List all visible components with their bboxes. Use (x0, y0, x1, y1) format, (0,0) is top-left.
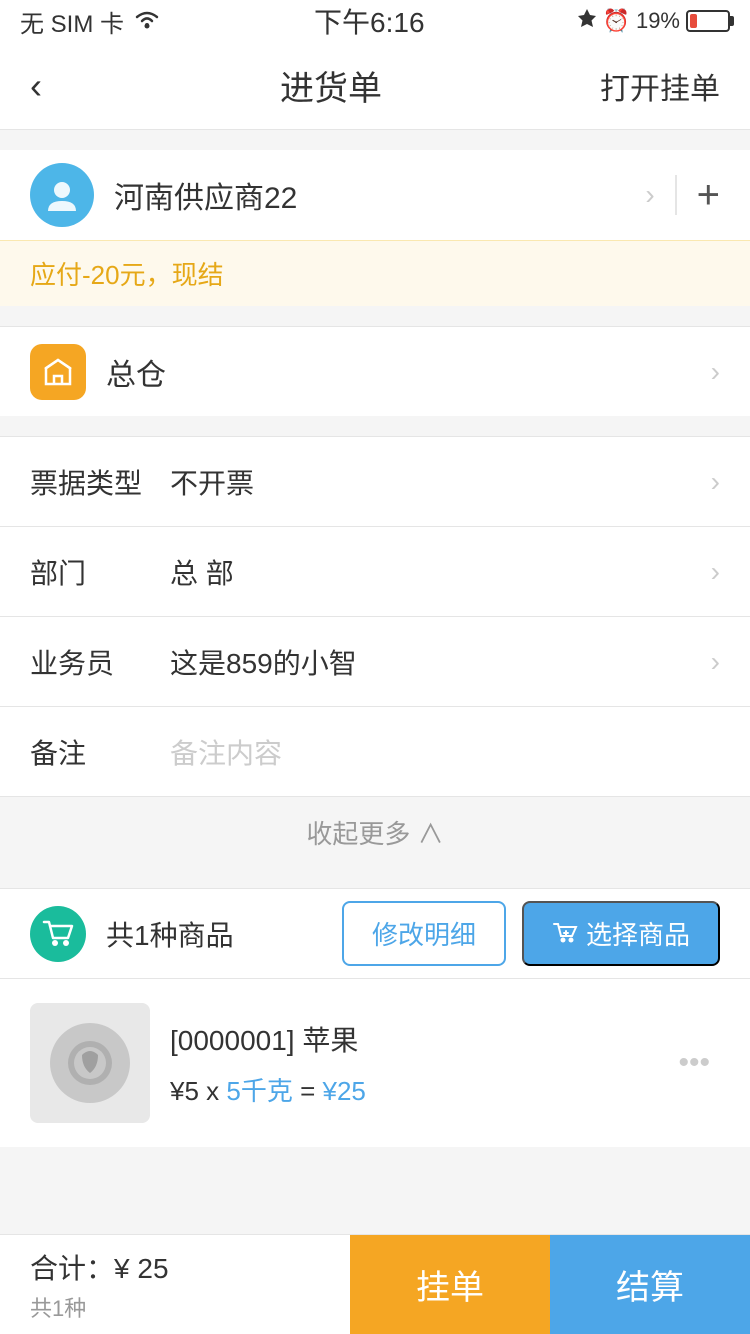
product-unit-price: ¥5 x (170, 1076, 226, 1106)
product-thumb-inner (50, 1023, 130, 1103)
supplier-avatar (30, 163, 94, 227)
product-info: [0000001] 苹果 ¥5 x 5千克 = ¥25 (170, 1019, 648, 1108)
product-section: 共1种商品 修改明细 选择商品 (0, 888, 750, 1147)
page-title: 进货单 (62, 61, 600, 110)
staff-arrow-icon: › (711, 646, 720, 678)
product-qty: 5千克 (226, 1076, 292, 1106)
form-section: 票据类型 不开票 › 部门 总 部 › 业务员 这是859的小智 › 备注 备注… (0, 436, 750, 796)
staff-row[interactable]: 业务员 这是859的小智 › (0, 616, 750, 706)
modify-detail-button[interactable]: 修改明细 (342, 901, 506, 966)
warehouse-icon (30, 344, 86, 400)
product-thumbnail (30, 1003, 150, 1123)
total-amount: 合计：¥ 25 (30, 1247, 320, 1287)
product-item: [0000001] 苹果 ¥5 x 5千克 = ¥25 ••• (0, 978, 750, 1147)
collapse-row[interactable]: 收起更多 ∧ (0, 796, 750, 868)
product-total: ¥25 (322, 1076, 365, 1106)
product-eq: = (293, 1076, 323, 1106)
remark-label: 备注 (30, 732, 160, 772)
open-hang-button[interactable]: 打开挂单 (600, 64, 720, 108)
status-left: 无 SIM 卡 (20, 4, 162, 39)
dept-row[interactable]: 部门 总 部 › (0, 526, 750, 616)
alarm-icon: ⏰ (603, 8, 630, 34)
supplier-row[interactable]: 河南供应商22 › + (0, 150, 750, 240)
product-header: 共1种商品 修改明细 选择商品 (0, 888, 750, 978)
supplier-divider (675, 175, 677, 215)
select-product-icon (552, 922, 578, 946)
dept-value: 总 部 (160, 552, 711, 592)
gap4 (0, 868, 750, 888)
invoice-value: 不开票 (160, 462, 711, 502)
product-cart-icon (30, 906, 86, 962)
supplier-arrow-icon: › (645, 179, 654, 211)
staff-label: 业务员 (30, 642, 160, 682)
gap2 (0, 306, 750, 326)
select-product-button[interactable]: 选择商品 (522, 901, 720, 966)
gap1 (0, 130, 750, 150)
status-right: ⏰ 19% (577, 8, 730, 34)
checkout-button[interactable]: 结算 (550, 1235, 750, 1334)
back-button[interactable]: ‹ (30, 65, 62, 107)
add-supplier-button[interactable]: + (697, 173, 720, 218)
product-price: ¥5 x 5千克 = ¥25 (170, 1071, 648, 1108)
warehouse-name: 总仓 (86, 350, 711, 394)
product-count-text: 共1种商品 (86, 914, 342, 954)
supplier-section: 河南供应商22 › + 应付-20元，现结 (0, 150, 750, 306)
collapse-label: 收起更多 ∧ (306, 814, 443, 851)
battery-icon (686, 10, 730, 32)
invoice-label: 票据类型 (30, 462, 160, 502)
staff-value: 这是859的小智 (160, 642, 711, 682)
dept-label: 部门 (30, 552, 160, 592)
product-more-button[interactable]: ••• (668, 1036, 720, 1090)
invoice-row[interactable]: 票据类型 不开票 › (0, 436, 750, 526)
bottom-total: 合计：¥ 25 共1种 (0, 1247, 350, 1323)
nav-bar: ‹ 进货单 打开挂单 (0, 42, 750, 130)
supplier-name: 河南供应商22 (94, 173, 645, 217)
gap3 (0, 416, 750, 436)
bottom-bar: 合计：¥ 25 共1种 挂单 结算 (0, 1234, 750, 1334)
warehouse-section: 总仓 › (0, 326, 750, 416)
status-bar: 无 SIM 卡 下午6:16 ⏰ 19% (0, 0, 750, 42)
payment-hint: 应付-20元，现结 (0, 240, 750, 306)
status-time: 下午6:16 (314, 1, 425, 41)
total-value: ¥ 25 (114, 1253, 169, 1284)
total-label: 合计： (30, 1253, 114, 1284)
warehouse-arrow-icon: › (711, 356, 720, 388)
dept-arrow-icon: › (711, 556, 720, 588)
wifi-icon (132, 7, 162, 36)
no-sim-text: 无 SIM 卡 (20, 4, 124, 39)
invoice-arrow-icon: › (711, 466, 720, 498)
hang-button[interactable]: 挂单 (350, 1235, 550, 1334)
remark-row[interactable]: 备注 备注内容 (0, 706, 750, 796)
remark-input[interactable]: 备注内容 (160, 732, 720, 772)
location-icon (577, 8, 597, 34)
select-product-label: 选择商品 (586, 915, 690, 952)
total-count: 共1种 (30, 1291, 320, 1323)
battery-percent: 19% (636, 8, 680, 34)
warehouse-row[interactable]: 总仓 › (0, 326, 750, 416)
product-name: [0000001] 苹果 (170, 1019, 648, 1059)
